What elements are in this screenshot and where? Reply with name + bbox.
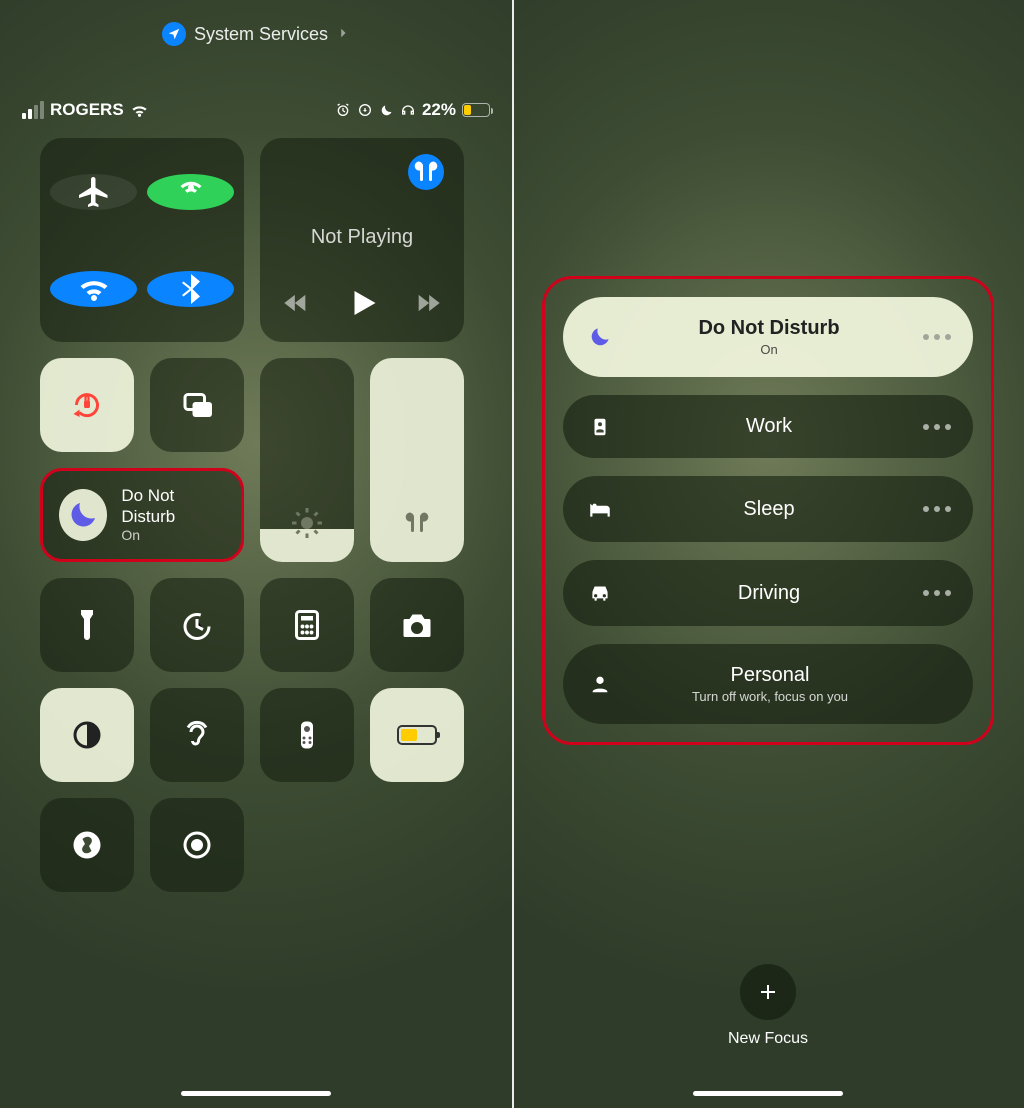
shazam-button[interactable] bbox=[40, 798, 134, 892]
person-icon bbox=[585, 673, 615, 695]
orientation-lock-icon bbox=[357, 102, 373, 118]
media-tile[interactable]: Not Playing bbox=[260, 138, 464, 342]
next-track-button[interactable] bbox=[414, 289, 442, 322]
control-center-grid: Not Playing bbox=[0, 120, 512, 892]
bluetooth-toggle[interactable] bbox=[147, 271, 234, 307]
volume-slider[interactable] bbox=[370, 358, 464, 562]
hearing-button[interactable] bbox=[150, 688, 244, 782]
focus-tile-subtitle: On bbox=[121, 527, 225, 544]
focus-mode-work[interactable]: Work bbox=[563, 395, 973, 458]
control-center-screen: System Services ROGERS 22% bbox=[0, 0, 512, 1108]
focus-tile[interactable]: Do Not Disturb On bbox=[40, 468, 244, 562]
new-focus-button[interactable]: New Focus bbox=[512, 964, 1024, 1108]
wifi-toggle[interactable] bbox=[50, 271, 137, 307]
orientation-lock-toggle[interactable] bbox=[40, 358, 134, 452]
focus-mode-sublabel: On bbox=[637, 342, 901, 357]
low-power-mode-toggle[interactable] bbox=[370, 688, 464, 782]
focus-mode-driving[interactable]: Driving bbox=[563, 560, 973, 626]
airplane-mode-toggle[interactable] bbox=[50, 174, 137, 210]
wifi-icon bbox=[130, 101, 149, 120]
plus-icon bbox=[740, 964, 796, 1020]
camera-button[interactable] bbox=[370, 578, 464, 672]
media-title: Not Playing bbox=[311, 226, 413, 249]
flashlight-button[interactable] bbox=[40, 578, 134, 672]
focus-mode-do-not-disturb[interactable]: Do Not Disturb On bbox=[563, 297, 973, 377]
cell-signal-icon bbox=[22, 101, 44, 119]
airpods-icon bbox=[399, 505, 435, 546]
airpods-output-icon[interactable] bbox=[408, 154, 444, 190]
focus-mode-sublabel: Turn off work, focus on you bbox=[637, 689, 903, 704]
moon-icon bbox=[59, 489, 107, 541]
focus-mode-label: Do Not Disturb bbox=[637, 317, 901, 340]
home-indicator[interactable] bbox=[693, 1091, 843, 1096]
more-icon[interactable] bbox=[923, 334, 951, 340]
focus-tile-title: Do Not Disturb bbox=[121, 486, 225, 527]
alarm-icon bbox=[335, 102, 351, 118]
more-icon[interactable] bbox=[923, 424, 951, 430]
brightness-slider[interactable] bbox=[260, 358, 354, 562]
focus-mode-label: Sleep bbox=[637, 498, 901, 521]
prev-track-button[interactable] bbox=[282, 289, 310, 322]
breadcrumb-label: System Services bbox=[194, 24, 328, 45]
breadcrumb[interactable]: System Services bbox=[0, 22, 512, 46]
location-icon bbox=[162, 22, 186, 46]
timer-button[interactable] bbox=[150, 578, 244, 672]
screen-record-button[interactable] bbox=[150, 798, 244, 892]
bed-icon bbox=[585, 496, 615, 522]
focus-mode-label: Personal bbox=[637, 664, 903, 687]
home-indicator[interactable] bbox=[181, 1091, 331, 1096]
focus-mode-sleep[interactable]: Sleep bbox=[563, 476, 973, 542]
focus-mode-personal[interactable]: Personal Turn off work, focus on you bbox=[563, 644, 973, 724]
carrier-label: ROGERS bbox=[50, 100, 124, 120]
battery-icon bbox=[462, 103, 490, 117]
new-focus-label: New Focus bbox=[512, 1030, 1024, 1048]
status-bar: ROGERS 22% bbox=[0, 56, 512, 120]
car-icon bbox=[585, 580, 615, 606]
battery-pct: 22% bbox=[422, 100, 456, 120]
badge-icon bbox=[585, 416, 615, 438]
more-icon[interactable] bbox=[923, 590, 951, 596]
play-button[interactable] bbox=[344, 285, 380, 326]
headphones-icon bbox=[400, 102, 416, 118]
focus-modes-panel: Do Not Disturb On Work Sleep Driving Pers… bbox=[542, 276, 994, 745]
connectivity-tile[interactable] bbox=[40, 138, 244, 342]
focus-modes-screen: Do Not Disturb On Work Sleep Driving Pers… bbox=[512, 0, 1024, 1108]
more-icon[interactable] bbox=[923, 506, 951, 512]
cellular-data-toggle[interactable] bbox=[147, 174, 234, 210]
chevron-right-icon bbox=[336, 24, 350, 45]
brightness-icon bbox=[289, 505, 325, 546]
screenshot-divider bbox=[512, 0, 514, 1108]
moon-icon bbox=[585, 324, 615, 350]
calculator-button[interactable] bbox=[260, 578, 354, 672]
screen-mirroring-button[interactable] bbox=[150, 358, 244, 452]
dark-mode-toggle[interactable] bbox=[40, 688, 134, 782]
focus-mode-label: Work bbox=[637, 415, 901, 438]
apple-tv-remote-button[interactable] bbox=[260, 688, 354, 782]
focus-mode-label: Driving bbox=[637, 582, 901, 605]
moon-icon bbox=[379, 103, 394, 118]
